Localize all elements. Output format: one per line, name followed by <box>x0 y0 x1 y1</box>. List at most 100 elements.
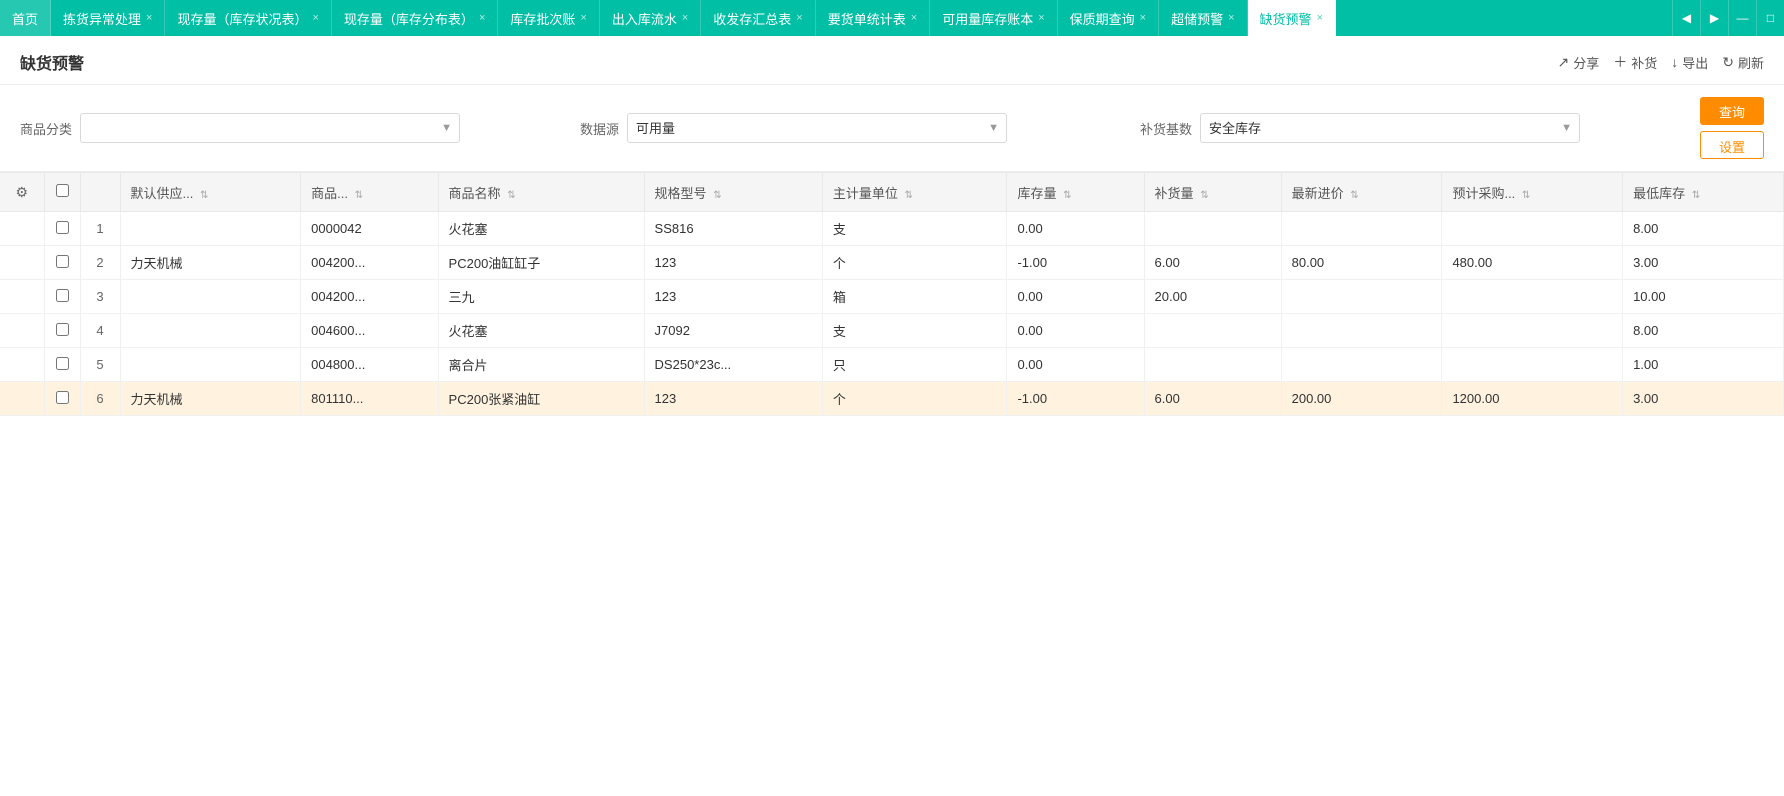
main-content: 缺货预警 ↗ 分享 ＋ 补货 ↓ 导出 ↻ 刷新 商品分类 <box>0 36 1784 796</box>
close-tab-6[interactable]: × <box>796 12 802 24</box>
table-body: 1 0000042 火花塞 SS816 支 0.00 8.00 2 力天机械 0… <box>0 212 1784 416</box>
sort-product-code-icon: ⇅ <box>355 190 363 201</box>
table-row: 5 004800... 离合片 DS250*23c... 只 0.00 1.00 <box>0 348 1784 382</box>
replenish-button[interactable]: ＋ 补货 <box>1613 52 1657 72</box>
row-spec-cell: 123 <box>644 246 822 280</box>
row-latest-price-cell <box>1281 280 1442 314</box>
col-header-est-purchase[interactable]: 预计采购... ⇅ <box>1442 173 1623 212</box>
nav-arrows: ◀ ▶ — □ <box>1672 0 1784 36</box>
replenish-filter-label: 补货基数 <box>1140 119 1192 138</box>
sort-unit-icon: ⇅ <box>905 190 913 201</box>
row-settings-cell <box>0 246 44 280</box>
nav-tab-1[interactable]: 拣货异常处理 × <box>51 0 165 36</box>
nav-tab-home[interactable]: 首页 <box>0 0 51 36</box>
row-est-purchase-cell <box>1442 348 1623 382</box>
row-checkbox-5[interactable] <box>56 391 69 404</box>
row-unit-cell: 支 <box>822 314 1007 348</box>
row-checkbox-3[interactable] <box>56 323 69 336</box>
close-tab-5[interactable]: × <box>682 12 688 24</box>
row-replenish-qty-cell: 6.00 <box>1144 246 1281 280</box>
nav-tab-5[interactable]: 出入库流水 × <box>600 0 701 36</box>
col-supplier-label: 默认供应... <box>131 186 194 201</box>
nav-tab-3[interactable]: 现存量（库存分布表） × <box>332 0 498 36</box>
row-est-purchase-cell <box>1442 280 1623 314</box>
col-header-replenish-qty[interactable]: 补货量 ⇅ <box>1144 173 1281 212</box>
col-est-purchase-label: 预计采购... <box>1452 186 1515 201</box>
category-select-wrapper: ▼ <box>80 113 460 143</box>
row-latest-price-cell: 200.00 <box>1281 382 1442 416</box>
sort-replenish-qty-icon: ⇅ <box>1200 190 1208 201</box>
col-stock-label: 库存量 <box>1017 186 1056 201</box>
row-product-code-cell: 004200... <box>301 246 438 280</box>
nav-tab-10[interactable]: 超储预警 × <box>1159 0 1247 36</box>
row-checkbox-4[interactable] <box>56 357 69 370</box>
row-min-stock-cell: 1.00 <box>1623 348 1784 382</box>
settings-button[interactable]: 设置 <box>1700 131 1764 159</box>
nav-minimize-button[interactable]: — <box>1728 0 1756 36</box>
category-select[interactable] <box>80 113 460 143</box>
row-replenish-qty-cell <box>1144 314 1281 348</box>
col-unit-label: 主计量单位 <box>833 186 898 201</box>
row-settings-cell <box>0 382 44 416</box>
close-tab-7[interactable]: × <box>911 12 917 24</box>
export-icon: ↓ <box>1671 54 1678 70</box>
row-checkbox-1[interactable] <box>56 255 69 268</box>
settings-gear-icon[interactable]: ⚙ <box>11 181 33 203</box>
nav-tab-6[interactable]: 收发存汇总表 × <box>701 0 815 36</box>
nav-next-button[interactable]: ▶ <box>1700 0 1728 36</box>
close-tab-2[interactable]: × <box>312 12 318 24</box>
replenish-filter-group: 补货基数 安全库存 最低库存 ▼ <box>1140 113 1680 143</box>
col-header-stock[interactable]: 库存量 ⇅ <box>1007 173 1144 212</box>
col-header-supplier[interactable]: 默认供应... ⇅ <box>120 173 301 212</box>
row-index-cell: 5 <box>80 348 120 382</box>
col-header-latest-price[interactable]: 最新进价 ⇅ <box>1281 173 1442 212</box>
nav-tab-7[interactable]: 要货单统计表 × <box>816 0 930 36</box>
row-checkbox-0[interactable] <box>56 221 69 234</box>
close-tab-3[interactable]: × <box>479 12 485 24</box>
col-header-unit[interactable]: 主计量单位 ⇅ <box>822 173 1007 212</box>
datasource-select[interactable]: 可用量 库存量 <box>627 113 1007 143</box>
row-min-stock-cell: 8.00 <box>1623 212 1784 246</box>
query-button[interactable]: 查询 <box>1700 97 1764 125</box>
row-settings-cell <box>0 212 44 246</box>
col-header-checkbox <box>44 173 80 212</box>
filter-actions: 查询 设置 <box>1700 97 1764 159</box>
table-row: 6 力天机械 801110... PC200张紧油缸 123 个 -1.00 6… <box>0 382 1784 416</box>
nav-tab-2[interactable]: 现存量（库存状况表） × <box>165 0 331 36</box>
col-header-product-code[interactable]: 商品... ⇅ <box>301 173 438 212</box>
nav-tab-8[interactable]: 可用量库存账本 × <box>930 0 1057 36</box>
row-settings-cell <box>0 314 44 348</box>
close-tab-9[interactable]: × <box>1140 12 1146 24</box>
col-min-stock-label: 最低库存 <box>1633 186 1685 201</box>
nav-maximize-button[interactable]: □ <box>1756 0 1784 36</box>
sort-latest-price-icon: ⇅ <box>1350 190 1358 201</box>
table-row: 2 力天机械 004200... PC200油缸缸子 123 个 -1.00 6… <box>0 246 1784 280</box>
close-tab-8[interactable]: × <box>1038 12 1044 24</box>
close-tab-11[interactable]: × <box>1317 12 1323 24</box>
row-est-purchase-cell <box>1442 314 1623 348</box>
replenish-select[interactable]: 安全库存 最低库存 <box>1200 113 1580 143</box>
export-button[interactable]: ↓ 导出 <box>1671 53 1708 72</box>
nav-prev-button[interactable]: ◀ <box>1672 0 1700 36</box>
col-header-spec[interactable]: 规格型号 ⇅ <box>644 173 822 212</box>
nav-tab-11[interactable]: 缺货预警 × <box>1248 0 1336 36</box>
nav-tab-4[interactable]: 库存批次账 × <box>498 0 599 36</box>
col-replenish-qty-label: 补货量 <box>1155 186 1194 201</box>
row-checkbox-2[interactable] <box>56 289 69 302</box>
close-tab-1[interactable]: × <box>146 12 152 24</box>
row-min-stock-cell: 3.00 <box>1623 246 1784 280</box>
row-spec-cell: DS250*23c... <box>644 348 822 382</box>
row-product-code-cell: 004200... <box>301 280 438 314</box>
col-header-settings[interactable]: ⚙ <box>0 173 44 212</box>
row-index-cell: 1 <box>80 212 120 246</box>
col-header-min-stock[interactable]: 最低库存 ⇅ <box>1623 173 1784 212</box>
close-tab-4[interactable]: × <box>580 12 586 24</box>
datasource-filter-label: 数据源 <box>580 119 619 138</box>
nav-tab-9[interactable]: 保质期查询 × <box>1058 0 1159 36</box>
close-tab-10[interactable]: × <box>1228 12 1234 24</box>
share-button[interactable]: ↗ 分享 <box>1557 53 1599 72</box>
row-product-name-cell: 火花塞 <box>438 314 644 348</box>
col-header-product-name[interactable]: 商品名称 ⇅ <box>438 173 644 212</box>
select-all-checkbox[interactable] <box>56 184 69 197</box>
refresh-button[interactable]: ↻ 刷新 <box>1722 53 1764 72</box>
